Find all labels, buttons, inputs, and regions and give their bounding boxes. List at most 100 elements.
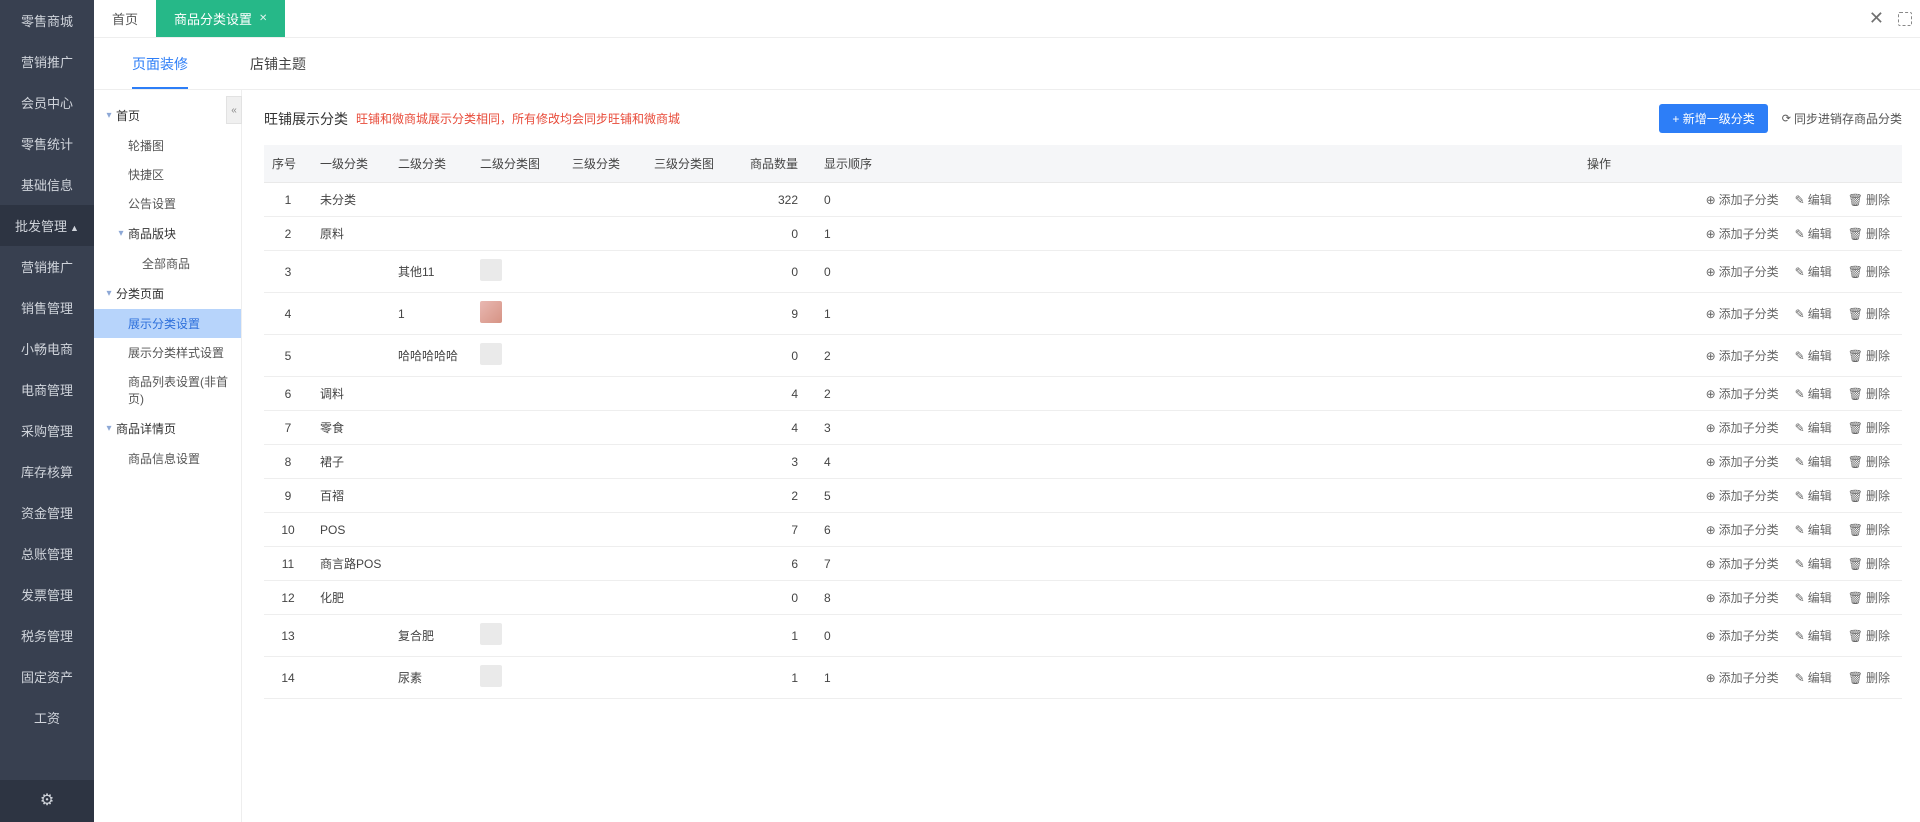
delete-button[interactable]: 🗑删除: [1848, 589, 1890, 606]
tab-home[interactable]: 首页: [94, 0, 156, 37]
add-subcategory-button[interactable]: ⊕添加子分类: [1706, 453, 1779, 470]
main-nav-item[interactable]: 营销推广: [0, 246, 94, 287]
delete-button[interactable]: 🗑删除: [1848, 555, 1890, 572]
add-subcategory-button[interactable]: ⊕添加子分类: [1706, 419, 1779, 436]
edit-button[interactable]: ✎编辑: [1795, 263, 1832, 280]
op-label: 添加子分类: [1719, 419, 1779, 436]
panel-item[interactable]: 轮播图: [94, 131, 241, 160]
edit-button[interactable]: ✎编辑: [1795, 347, 1832, 364]
panel-item[interactable]: 展示分类设置: [94, 309, 241, 338]
add-subcategory-button[interactable]: ⊕添加子分类: [1706, 521, 1779, 538]
main-nav-item[interactable]: 营销推广: [0, 41, 94, 82]
delete-button[interactable]: 🗑删除: [1848, 305, 1890, 322]
fullscreen-icon[interactable]: [1898, 12, 1912, 26]
edit-button[interactable]: ✎编辑: [1795, 487, 1832, 504]
panel-item[interactable]: 全部商品: [94, 249, 241, 278]
main-nav-item[interactable]: 采购管理: [0, 410, 94, 451]
main-nav-item[interactable]: 资金管理: [0, 492, 94, 533]
add-subcategory-button[interactable]: ⊕添加子分类: [1706, 669, 1779, 686]
panel-group-title[interactable]: ▾商品详情页: [94, 413, 241, 444]
close-icon[interactable]: ✕: [1869, 8, 1884, 29]
main-nav-item[interactable]: 销售管理: [0, 287, 94, 328]
edit-button[interactable]: ✎编辑: [1795, 453, 1832, 470]
image-thumbnail[interactable]: [480, 343, 502, 365]
edit-button[interactable]: ✎编辑: [1795, 385, 1832, 402]
col-ops: 操作: [1296, 145, 1902, 183]
cell-lvl3-img: [646, 251, 738, 293]
delete-button[interactable]: 🗑删除: [1848, 191, 1890, 208]
image-thumbnail[interactable]: [480, 623, 502, 645]
add-subcategory-button[interactable]: ⊕添加子分类: [1706, 555, 1779, 572]
delete-button[interactable]: 🗑删除: [1848, 453, 1890, 470]
delete-button[interactable]: 🗑删除: [1848, 419, 1890, 436]
subtab-theme[interactable]: 店铺主题: [250, 38, 306, 89]
main-nav-item[interactable]: 基础信息: [0, 164, 94, 205]
main-nav-item[interactable]: 零售统计: [0, 123, 94, 164]
add-subcategory-button[interactable]: ⊕添加子分类: [1706, 305, 1779, 322]
main-nav-item[interactable]: 税务管理: [0, 615, 94, 656]
panel-item[interactable]: 快捷区: [94, 160, 241, 189]
main-nav-item[interactable]: 总账管理: [0, 533, 94, 574]
main-nav-item[interactable]: 批发管理▲: [0, 205, 94, 246]
trash-icon: 🗑: [1848, 387, 1863, 401]
main-nav-item[interactable]: 发票管理: [0, 574, 94, 615]
delete-button[interactable]: 🗑删除: [1848, 263, 1890, 280]
edit-button[interactable]: ✎编辑: [1795, 627, 1832, 644]
image-thumbnail[interactable]: [480, 301, 502, 323]
op-label: 编辑: [1808, 487, 1832, 504]
delete-button[interactable]: 🗑删除: [1848, 521, 1890, 538]
delete-button[interactable]: 🗑删除: [1848, 385, 1890, 402]
add-top-category-button[interactable]: + 新增一级分类: [1659, 104, 1767, 133]
add-subcategory-button[interactable]: ⊕添加子分类: [1706, 487, 1779, 504]
add-subcategory-button[interactable]: ⊕添加子分类: [1706, 589, 1779, 606]
op-label: 编辑: [1808, 385, 1832, 402]
edit-button[interactable]: ✎编辑: [1795, 419, 1832, 436]
main-nav-item[interactable]: 库存核算: [0, 451, 94, 492]
add-subcategory-button[interactable]: ⊕添加子分类: [1706, 347, 1779, 364]
main-nav-item[interactable]: 电商管理: [0, 369, 94, 410]
image-thumbnail[interactable]: [480, 665, 502, 687]
main-nav-item[interactable]: 小畅电商: [0, 328, 94, 369]
close-icon[interactable]: ✕: [259, 13, 267, 24]
main-nav-item[interactable]: 会员中心: [0, 82, 94, 123]
tab-category-settings[interactable]: 商品分类设置 ✕: [156, 0, 285, 37]
nav-label: 采购管理: [21, 424, 73, 439]
edit-button[interactable]: ✎编辑: [1795, 191, 1832, 208]
edit-button[interactable]: ✎编辑: [1795, 521, 1832, 538]
panel-group-title[interactable]: ▾首页: [94, 100, 241, 131]
panel-subgroup-title[interactable]: ▾商品版块: [94, 218, 241, 249]
cell-ops: ⊕添加子分类 ✎编辑 🗑删除: [1296, 251, 1902, 293]
main-nav-item[interactable]: 工资: [0, 697, 94, 738]
row-ops: ⊕添加子分类 ✎编辑 🗑删除: [1304, 191, 1894, 208]
collapse-toggle[interactable]: «: [226, 96, 242, 124]
cell-lvl2-img: [472, 547, 564, 581]
add-subcategory-button[interactable]: ⊕添加子分类: [1706, 385, 1779, 402]
edit-button[interactable]: ✎编辑: [1795, 589, 1832, 606]
add-subcategory-button[interactable]: ⊕添加子分类: [1706, 627, 1779, 644]
op-label: 添加子分类: [1719, 453, 1779, 470]
main-nav-item[interactable]: 零售商城: [0, 0, 94, 41]
panel-item[interactable]: 展示分类样式设置: [94, 338, 241, 367]
delete-button[interactable]: 🗑删除: [1848, 487, 1890, 504]
edit-button[interactable]: ✎编辑: [1795, 225, 1832, 242]
delete-button[interactable]: 🗑删除: [1848, 669, 1890, 686]
panel-item[interactable]: 商品列表设置(非首页): [94, 367, 241, 413]
main-nav-item[interactable]: 固定资产: [0, 656, 94, 697]
delete-button[interactable]: 🗑删除: [1848, 627, 1890, 644]
settings-button[interactable]: ⚙: [0, 780, 94, 822]
add-subcategory-button[interactable]: ⊕添加子分类: [1706, 191, 1779, 208]
sync-categories-link[interactable]: ⟳ 同步进销存商品分类: [1782, 110, 1902, 127]
edit-button[interactable]: ✎编辑: [1795, 555, 1832, 572]
op-label: 删除: [1866, 589, 1890, 606]
add-subcategory-button[interactable]: ⊕添加子分类: [1706, 263, 1779, 280]
edit-button[interactable]: ✎编辑: [1795, 669, 1832, 686]
panel-group-title[interactable]: ▾分类页面: [94, 278, 241, 309]
image-thumbnail[interactable]: [480, 259, 502, 281]
panel-item[interactable]: 公告设置: [94, 189, 241, 218]
subtab-decor[interactable]: 页面装修: [132, 38, 188, 89]
add-subcategory-button[interactable]: ⊕添加子分类: [1706, 225, 1779, 242]
delete-button[interactable]: 🗑删除: [1848, 225, 1890, 242]
panel-item[interactable]: 商品信息设置: [94, 444, 241, 473]
delete-button[interactable]: 🗑删除: [1848, 347, 1890, 364]
edit-button[interactable]: ✎编辑: [1795, 305, 1832, 322]
